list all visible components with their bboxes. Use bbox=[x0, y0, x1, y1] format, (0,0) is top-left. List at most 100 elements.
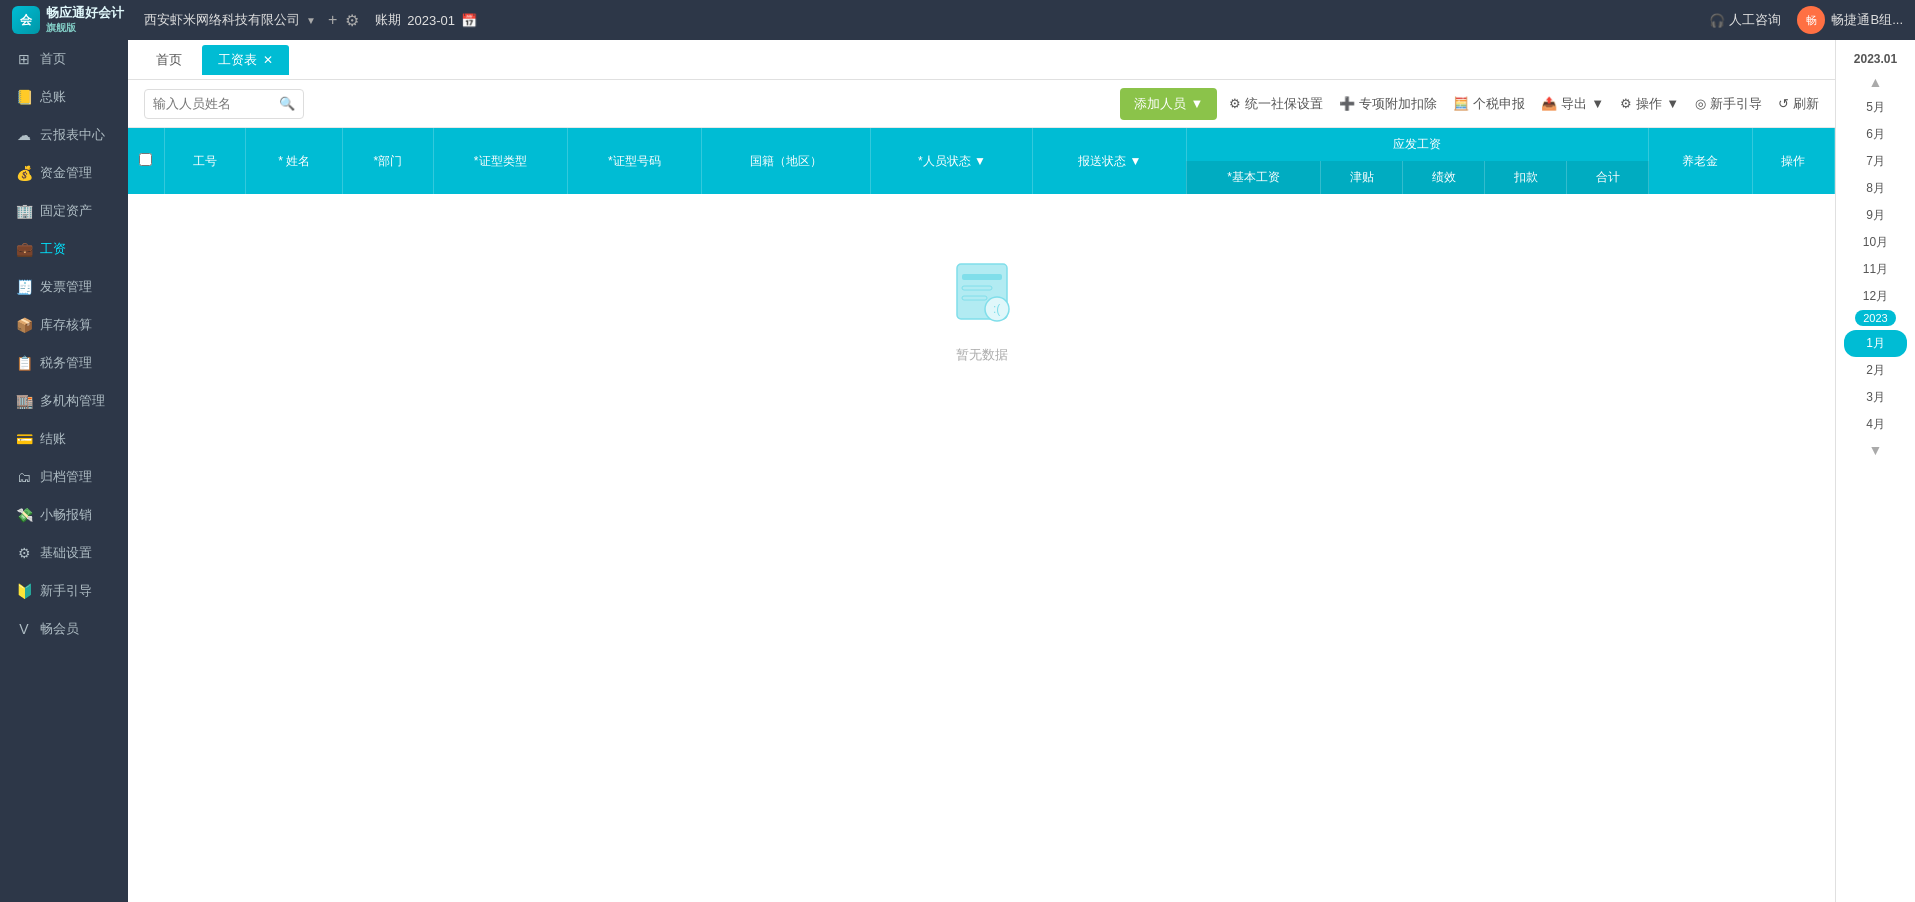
status-col-header[interactable]: *人员状态 ▼ bbox=[871, 128, 1033, 194]
date-month-2[interactable]: 2月 bbox=[1836, 357, 1915, 384]
sidebar-item-label: 首页 bbox=[40, 50, 66, 68]
archive-icon: 🗂 bbox=[16, 469, 32, 485]
svg-rect-2 bbox=[962, 286, 992, 290]
sidebar: ⊞ 首页 📒 总账 ☁ 云报表中心 💰 资金管理 🏢 固定资产 💼 工资 bbox=[0, 40, 128, 902]
sidebar-item-member[interactable]: V 畅会员 bbox=[0, 610, 128, 648]
social-security-label: 统一社保设置 bbox=[1245, 95, 1323, 113]
empty-text: 暂无数据 bbox=[956, 346, 1008, 364]
sidebar-item-archive[interactable]: 🗂 归档管理 bbox=[0, 458, 128, 496]
main-area: ⊞ 首页 📒 总账 ☁ 云报表中心 💰 资金管理 🏢 固定资产 💼 工资 bbox=[0, 40, 1915, 902]
add-person-button[interactable]: 添加人员 ▼ bbox=[1120, 88, 1217, 120]
date-month-4[interactable]: 4月 bbox=[1836, 411, 1915, 438]
social-security-button[interactable]: ⚙ 统一社保设置 bbox=[1229, 95, 1323, 113]
date-month-12[interactable]: 12月 bbox=[1836, 283, 1915, 310]
refresh-icon: ↺ bbox=[1778, 96, 1789, 111]
svg-rect-1 bbox=[962, 274, 1002, 280]
sidebar-item-payroll[interactable]: 💼 工资 bbox=[0, 230, 128, 268]
personal-tax-button[interactable]: 🧮 个税申报 bbox=[1453, 95, 1525, 113]
search-input-wrapper[interactable]: 🔍 bbox=[144, 89, 304, 119]
report-status-col-header[interactable]: 报送状态 ▼ bbox=[1033, 128, 1186, 194]
base-salary-sub-header: *基本工资 bbox=[1186, 161, 1320, 194]
user-info[interactable]: 畅 畅捷通B组... bbox=[1797, 6, 1903, 34]
inventory-icon: 📦 bbox=[16, 317, 32, 333]
employee-id-col-header: 工号 bbox=[164, 128, 246, 194]
svg-rect-3 bbox=[962, 296, 987, 300]
sidebar-item-label: 结账 bbox=[40, 430, 66, 448]
sidebar-item-tax[interactable]: 📋 税务管理 bbox=[0, 344, 128, 382]
date-month-11[interactable]: 11月 bbox=[1836, 256, 1915, 283]
date-month-7[interactable]: 7月 bbox=[1836, 148, 1915, 175]
pension-col-header: 养老金 bbox=[1649, 128, 1753, 194]
new-guide-label: 新手引导 bbox=[1710, 95, 1762, 113]
new-guide-button[interactable]: ◎ 新手引导 bbox=[1695, 95, 1762, 113]
sidebar-item-label: 云报表中心 bbox=[40, 126, 105, 144]
select-all-checkbox[interactable] bbox=[139, 153, 152, 166]
sidebar-item-invoice[interactable]: 🧾 发票管理 bbox=[0, 268, 128, 306]
refresh-button[interactable]: ↺ 刷新 bbox=[1778, 95, 1819, 113]
sidebar-item-fund[interactable]: 💰 资金管理 bbox=[0, 154, 128, 192]
toolbar: 🔍 添加人员 ▼ ⚙ 统一社保设置 ➕ 专项附加扣除 bbox=[128, 80, 1835, 128]
add-company-button[interactable]: + bbox=[328, 11, 337, 29]
id-number-col-header: *证型号码 bbox=[567, 128, 701, 194]
sidebar-item-cloud-report[interactable]: ☁ 云报表中心 bbox=[0, 116, 128, 154]
calendar-icon[interactable]: 📅 bbox=[461, 13, 477, 28]
sidebar-item-ledger[interactable]: 📒 总账 bbox=[0, 78, 128, 116]
sidebar-item-guide[interactable]: 🔰 新手引导 bbox=[0, 572, 128, 610]
operations-button[interactable]: ⚙ 操作 ▼ bbox=[1620, 95, 1679, 113]
refresh-label: 刷新 bbox=[1793, 95, 1819, 113]
payroll-table: 工号 * 姓名 *部门 *证型类型 *证型号码 国籍（地区） *人员状态 ▼ 报… bbox=[128, 128, 1835, 194]
user-name: 畅捷通B组... bbox=[1831, 11, 1903, 29]
date-panel-down-nav[interactable]: ▼ bbox=[1869, 438, 1883, 462]
personal-tax-icon: 🧮 bbox=[1453, 96, 1469, 111]
date-month-9[interactable]: 9月 bbox=[1836, 202, 1915, 229]
filter-icon2: ▼ bbox=[1129, 154, 1141, 168]
cloud-icon: ☁ bbox=[16, 127, 32, 143]
date-month-8[interactable]: 8月 bbox=[1836, 175, 1915, 202]
home-icon: ⊞ bbox=[16, 51, 32, 67]
company-selector[interactable]: 西安虾米网络科技有限公司 ▼ bbox=[144, 11, 316, 29]
period-value: 2023-01 bbox=[407, 13, 455, 28]
tabs-bar: 首页 工资表 ✕ bbox=[128, 40, 1835, 80]
tab-payroll-table[interactable]: 工资表 ✕ bbox=[202, 45, 289, 75]
member-icon: V bbox=[16, 621, 32, 637]
export-button[interactable]: 📤 导出 ▼ bbox=[1541, 95, 1604, 113]
sidebar-item-multi-org[interactable]: 🏬 多机构管理 bbox=[0, 382, 128, 420]
fund-icon: 💰 bbox=[16, 165, 32, 181]
sidebar-item-label: 发票管理 bbox=[40, 278, 92, 296]
search-input[interactable] bbox=[153, 96, 273, 111]
date-month-3[interactable]: 3月 bbox=[1836, 384, 1915, 411]
add-person-label: 添加人员 bbox=[1134, 95, 1186, 113]
date-panel-year-badge: 2023 bbox=[1855, 310, 1895, 326]
date-panel-up-nav[interactable]: ▲ bbox=[1869, 70, 1883, 94]
period-label: 账期 bbox=[375, 11, 401, 29]
service-label: 人工咨询 bbox=[1729, 11, 1781, 29]
sidebar-item-fixed-assets[interactable]: 🏢 固定资产 bbox=[0, 192, 128, 230]
export-label: 导出 bbox=[1561, 95, 1587, 113]
special-deduction-button[interactable]: ➕ 专项附加扣除 bbox=[1339, 95, 1437, 113]
nationality-col-header: 国籍（地区） bbox=[702, 128, 871, 194]
dept-col-header: *部门 bbox=[343, 128, 434, 194]
filter-icon: ▼ bbox=[974, 154, 986, 168]
invoice-icon: 🧾 bbox=[16, 279, 32, 295]
date-month-6[interactable]: 6月 bbox=[1836, 121, 1915, 148]
sidebar-item-label: 基础设置 bbox=[40, 544, 92, 562]
logo-icon: 会 bbox=[12, 6, 40, 34]
tab-home[interactable]: 首页 bbox=[140, 45, 198, 75]
sidebar-item-basic-settings[interactable]: ⚙ 基础设置 bbox=[0, 534, 128, 572]
date-month-10[interactable]: 10月 bbox=[1836, 229, 1915, 256]
settings-icon-button[interactable]: ⚙ bbox=[345, 11, 359, 30]
sidebar-item-home[interactable]: ⊞ 首页 bbox=[0, 40, 128, 78]
date-month-1[interactable]: 1月 bbox=[1844, 330, 1907, 357]
id-type-col-header: *证型类型 bbox=[433, 128, 567, 194]
tab-close-icon[interactable]: ✕ bbox=[263, 53, 273, 67]
ledger-icon: 📒 bbox=[16, 89, 32, 105]
logo-text-block: 畅应通好会计 旗舰版 bbox=[46, 5, 124, 35]
sidebar-item-expense[interactable]: 💸 小畅报销 bbox=[0, 496, 128, 534]
service-button[interactable]: 🎧 人工咨询 bbox=[1709, 11, 1781, 29]
sidebar-item-inventory[interactable]: 📦 库存核算 bbox=[0, 306, 128, 344]
sidebar-item-settlement[interactable]: 💳 结账 bbox=[0, 420, 128, 458]
sidebar-item-label: 归档管理 bbox=[40, 468, 92, 486]
checkbox-col-header[interactable] bbox=[128, 128, 164, 194]
date-month-5[interactable]: 5月 bbox=[1836, 94, 1915, 121]
sidebar-item-label: 库存核算 bbox=[40, 316, 92, 334]
